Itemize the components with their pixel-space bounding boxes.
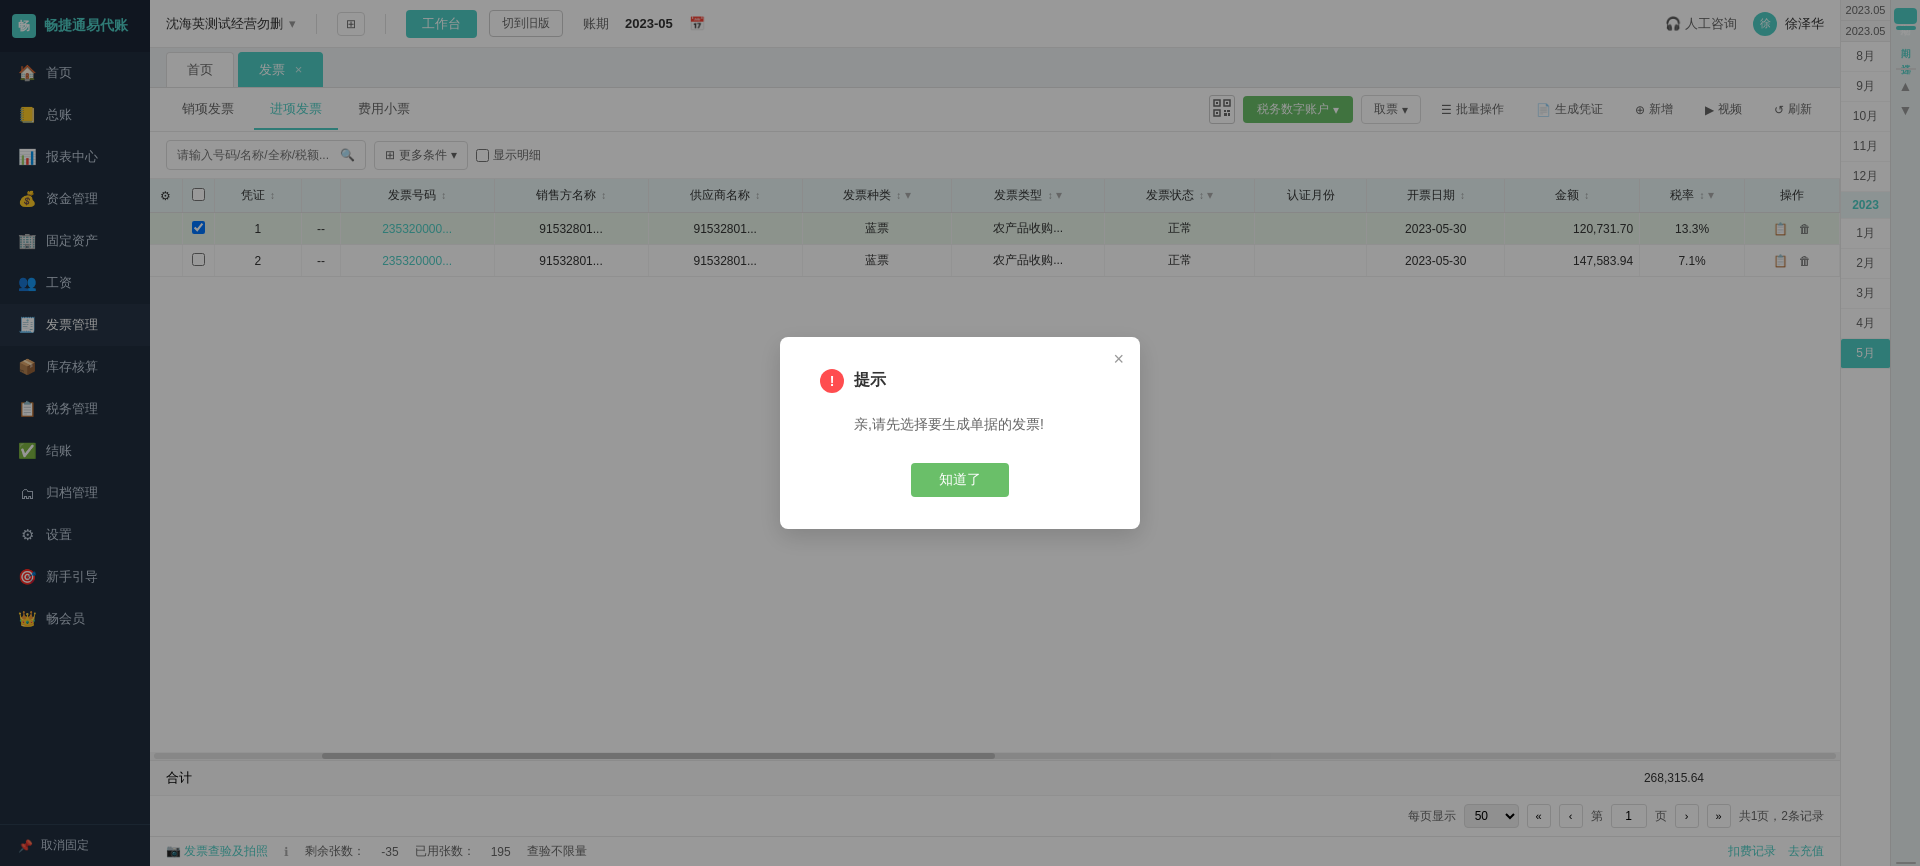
modal-error-icon: !	[820, 369, 844, 393]
modal-body: 亲,请先选择要生成单据的发票!	[820, 413, 1100, 435]
modal-title: 提示	[854, 370, 886, 391]
modal-close-btn[interactable]: ×	[1113, 349, 1124, 370]
modal-header: ! 提示	[820, 369, 1100, 393]
modal-overlay[interactable]: × ! 提示 亲,请先选择要生成单据的发票! 知道了	[0, 0, 1920, 866]
modal-dialog: × ! 提示 亲,请先选择要生成单据的发票! 知道了	[780, 337, 1140, 529]
modal-footer: 知道了	[820, 463, 1100, 497]
modal-message: 亲,请先选择要生成单据的发票!	[854, 416, 1044, 432]
modal-ok-btn[interactable]: 知道了	[911, 463, 1009, 497]
modal-ok-label: 知道了	[939, 471, 981, 487]
